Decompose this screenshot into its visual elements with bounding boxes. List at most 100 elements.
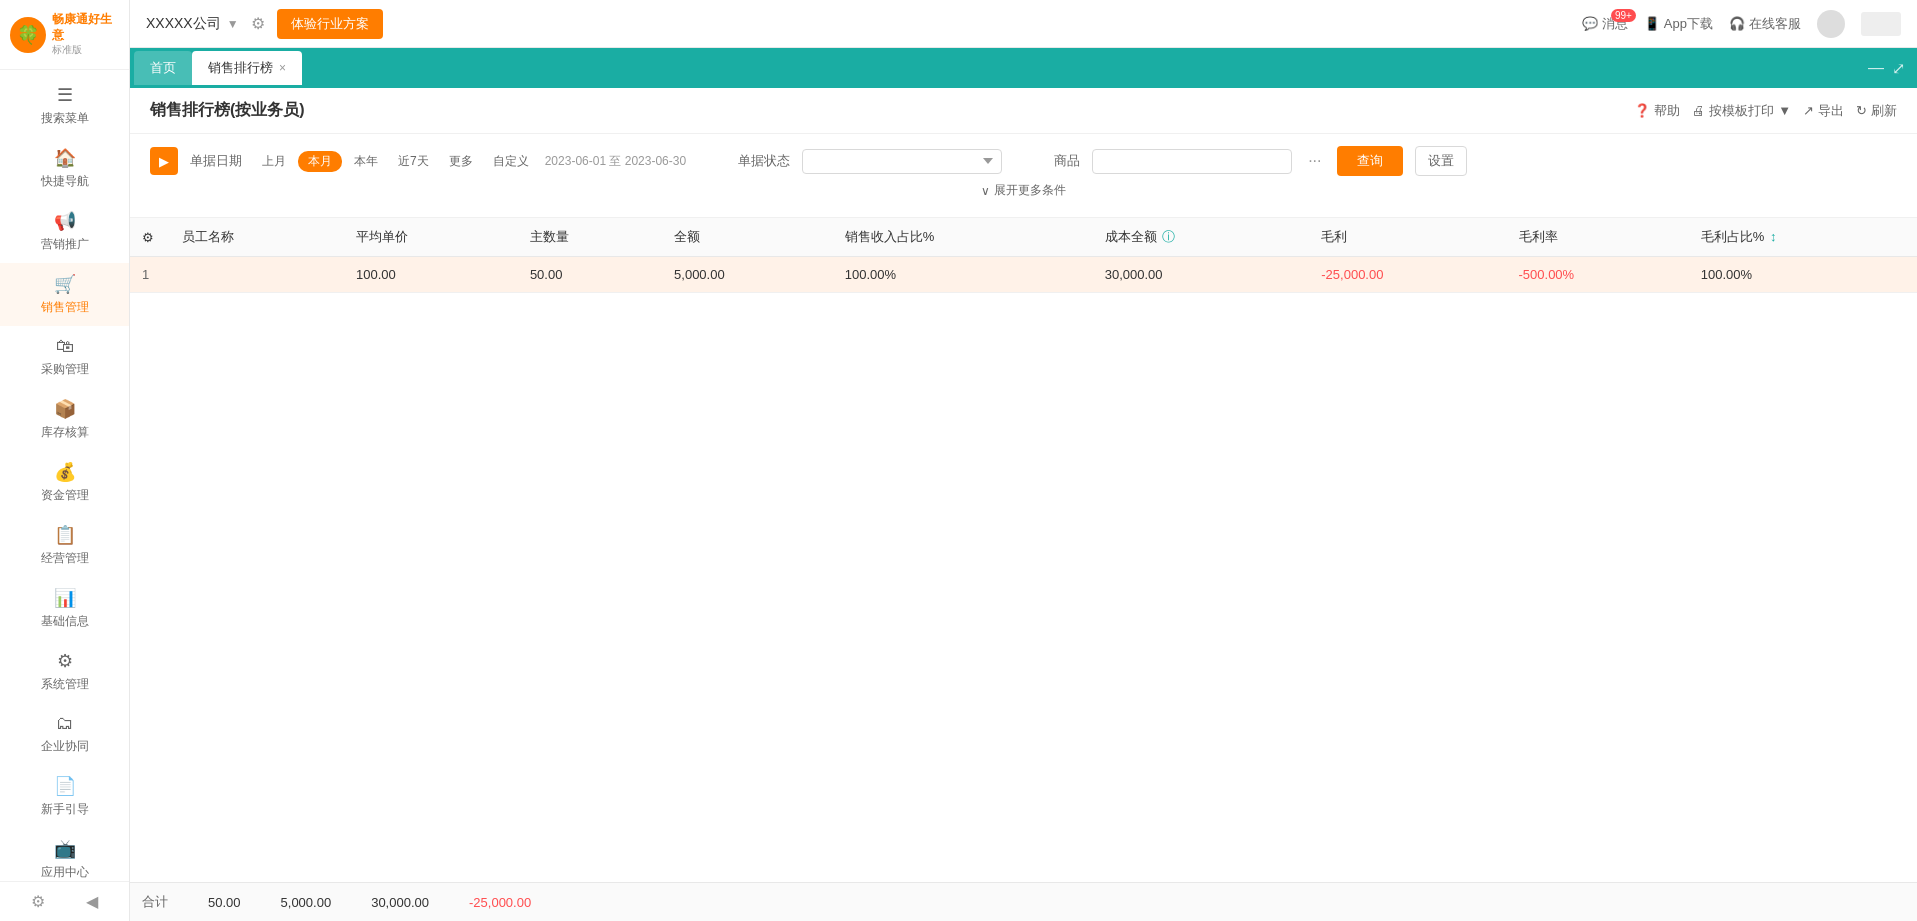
expand-more-conditions[interactable]: ∨ 展开更多条件: [981, 182, 1066, 199]
logo-icon: 🍀: [10, 17, 46, 53]
footer-gross: -25,000.00: [469, 895, 531, 910]
logo-sub: 标准版: [52, 43, 119, 57]
col-amount: 全额: [662, 218, 833, 257]
cell-index: 1: [130, 257, 170, 293]
online-service-button[interactable]: 🎧 在线客服: [1729, 15, 1801, 33]
sidebar-item-operation[interactable]: 📋 经营管理: [0, 514, 129, 577]
trial-button[interactable]: 体验行业方案: [277, 9, 383, 39]
status-select[interactable]: [802, 149, 1002, 174]
filter-row-main: ▶ 单据日期 上月 本月 本年 近7天 更多 自定义 2023-06-01 至 …: [150, 146, 1897, 176]
search-menu-icon: ☰: [57, 84, 73, 106]
tab-expand-icon[interactable]: ⤢: [1892, 59, 1905, 78]
topbar-gear-icon[interactable]: ⚙: [251, 14, 265, 33]
query-button[interactable]: 查询: [1337, 146, 1403, 176]
template-print-button[interactable]: 🖨 按模板打印 ▼: [1692, 102, 1791, 120]
logo-area: 🍀 畅康通好生意 标准版: [0, 0, 129, 70]
sidebar-item-label: 搜索菜单: [41, 110, 89, 127]
app-icon: 📺: [54, 838, 76, 860]
company-dropdown-icon: ▼: [227, 17, 239, 31]
sidebar-item-inventory[interactable]: 📦 库存核算: [0, 388, 129, 451]
tab-sales-ranking[interactable]: 销售排行榜 ×: [192, 51, 302, 85]
tab-active-label: 销售排行榜: [208, 59, 273, 77]
cell-gross-pct: 100.00%: [1689, 257, 1917, 293]
col-gross-rate: 毛利率: [1507, 218, 1689, 257]
col-settings[interactable]: ⚙: [130, 218, 170, 257]
sidebar-nav: ☰ 搜索菜单 🏠 快捷导航 📢 营销推广 🛒 销售管理 🛍 采购管理 📦 库存核…: [0, 70, 129, 881]
sidebar-item-app[interactable]: 📺 应用中心: [0, 828, 129, 881]
date-btn-this-year[interactable]: 本年: [346, 151, 386, 172]
sidebar: 🍀 畅康通好生意 标准版 ☰ 搜索菜单 🏠 快捷导航 📢 营销推广 🛒 销售管理…: [0, 0, 130, 921]
goods-filter-input[interactable]: [1092, 149, 1292, 174]
sidebar-item-basic[interactable]: 📊 基础信息: [0, 577, 129, 640]
user-name-area: [1861, 12, 1901, 36]
collapse-icon[interactable]: ◀: [86, 892, 98, 911]
sidebar-item-sales[interactable]: 🛒 销售管理: [0, 263, 129, 326]
cost-help-icon[interactable]: ⓘ: [1162, 229, 1175, 244]
date-btn-this-month[interactable]: 本月: [298, 151, 342, 172]
tab-minimize-icon[interactable]: —: [1868, 59, 1884, 77]
filter-bar: ▶ 单据日期 上月 本月 本年 近7天 更多 自定义 2023-06-01 至 …: [130, 134, 1917, 218]
table-header-row: ⚙ 员工名称 平均单价 主数量 全额 销售收入占比% 成本全额 ⓘ 毛利 毛利率: [130, 218, 1917, 257]
more-options-icon[interactable]: ···: [1308, 152, 1321, 170]
sidebar-item-purchase[interactable]: 🛍 采购管理: [0, 326, 129, 388]
sidebar-item-marketing[interactable]: 📢 营销推广: [0, 200, 129, 263]
sidebar-item-label: 资金管理: [41, 487, 89, 504]
date-btn-last-month[interactable]: 上月: [254, 151, 294, 172]
sidebar-item-label: 采购管理: [41, 361, 89, 378]
cell-sales-pct: 100.00%: [833, 257, 1093, 293]
message-button[interactable]: 💬 消息 99+: [1582, 15, 1628, 33]
tab-home[interactable]: 首页: [134, 51, 192, 85]
guide-icon: 📄: [54, 775, 76, 797]
refresh-button[interactable]: ↻ 刷新: [1856, 102, 1897, 120]
sales-icon: 🛒: [54, 273, 76, 295]
topbar-right: 💬 消息 99+ 📱 App下载 🎧 在线客服: [1582, 10, 1901, 38]
date-quick-buttons: 上月 本月 本年 近7天 更多 自定义 2023-06-01 至 2023-06…: [254, 151, 686, 172]
sidebar-item-label: 应用中心: [41, 864, 89, 881]
app-download-button[interactable]: 📱 App下载: [1644, 15, 1713, 33]
col-cost: 成本全额 ⓘ: [1093, 218, 1310, 257]
filter-toggle-arrow[interactable]: ▶: [150, 147, 178, 175]
marketing-icon: 📢: [54, 210, 76, 232]
gross-pct-sort-icon[interactable]: ↕: [1770, 229, 1777, 244]
tab-close-icon[interactable]: ×: [279, 61, 286, 75]
user-avatar[interactable]: [1817, 10, 1845, 38]
sidebar-item-label: 销售管理: [41, 299, 89, 316]
sidebar-item-label: 营销推广: [41, 236, 89, 253]
date-btn-7days[interactable]: 近7天: [390, 151, 437, 172]
operation-icon: 📋: [54, 524, 76, 546]
settings-bottom-icon[interactable]: ⚙: [31, 892, 45, 911]
date-btn-custom[interactable]: 自定义: [485, 151, 537, 172]
sidebar-item-search[interactable]: ☰ 搜索菜单: [0, 74, 129, 137]
sidebar-item-system[interactable]: ⚙ 系统管理: [0, 640, 129, 703]
table-footer: 合计 50.00 5,000.00 30,000.00 -25,000.00: [130, 882, 1917, 921]
sidebar-item-label: 基础信息: [41, 613, 89, 630]
sidebar-item-nav[interactable]: 🏠 快捷导航: [0, 137, 129, 200]
footer-qty: 50.00: [208, 895, 241, 910]
help-button[interactable]: ❓ 帮助: [1634, 102, 1680, 120]
goods-filter-label: 商品: [1054, 152, 1080, 170]
col-gross-pct: 毛利占比% ↕: [1689, 218, 1917, 257]
company-selector[interactable]: XXXXX公司 ▼: [146, 15, 239, 33]
enterprise-icon: 🗂: [56, 713, 74, 734]
export-button[interactable]: ↗ 导出: [1803, 102, 1844, 120]
tab-bar: 首页 销售排行榜 × — ⤢: [130, 48, 1917, 88]
sidebar-item-finance[interactable]: 💰 资金管理: [0, 451, 129, 514]
tab-home-label: 首页: [150, 59, 176, 77]
home-icon: 🏠: [54, 147, 76, 169]
sidebar-item-label: 系统管理: [41, 676, 89, 693]
ranking-table: ⚙ 员工名称 平均单价 主数量 全额 销售收入占比% 成本全额 ⓘ 毛利 毛利率: [130, 218, 1917, 293]
col-avg-price: 平均单价: [344, 218, 518, 257]
sidebar-item-label: 新手引导: [41, 801, 89, 818]
table-row: 1 100.00 50.00 5,000.00 100.00% 30,000.0…: [130, 257, 1917, 293]
cell-gross-rate: -500.00%: [1507, 257, 1689, 293]
sidebar-bottom: ⚙ ◀: [0, 881, 129, 921]
export-icon: ↗: [1803, 103, 1814, 118]
sidebar-item-guide[interactable]: 📄 新手引导: [0, 765, 129, 828]
setting-button[interactable]: 设置: [1415, 146, 1467, 176]
phone-icon: 📱: [1644, 16, 1660, 31]
date-btn-more[interactable]: 更多: [441, 151, 481, 172]
inventory-icon: 📦: [54, 398, 76, 420]
sidebar-item-enterprise[interactable]: 🗂 企业协同: [0, 703, 129, 765]
logo-text: 畅康通好生意: [52, 12, 119, 43]
page-body: 销售排行榜(按业务员) ❓ 帮助 🖨 按模板打印 ▼ ↗ 导出 ↻ 刷新: [130, 88, 1917, 921]
